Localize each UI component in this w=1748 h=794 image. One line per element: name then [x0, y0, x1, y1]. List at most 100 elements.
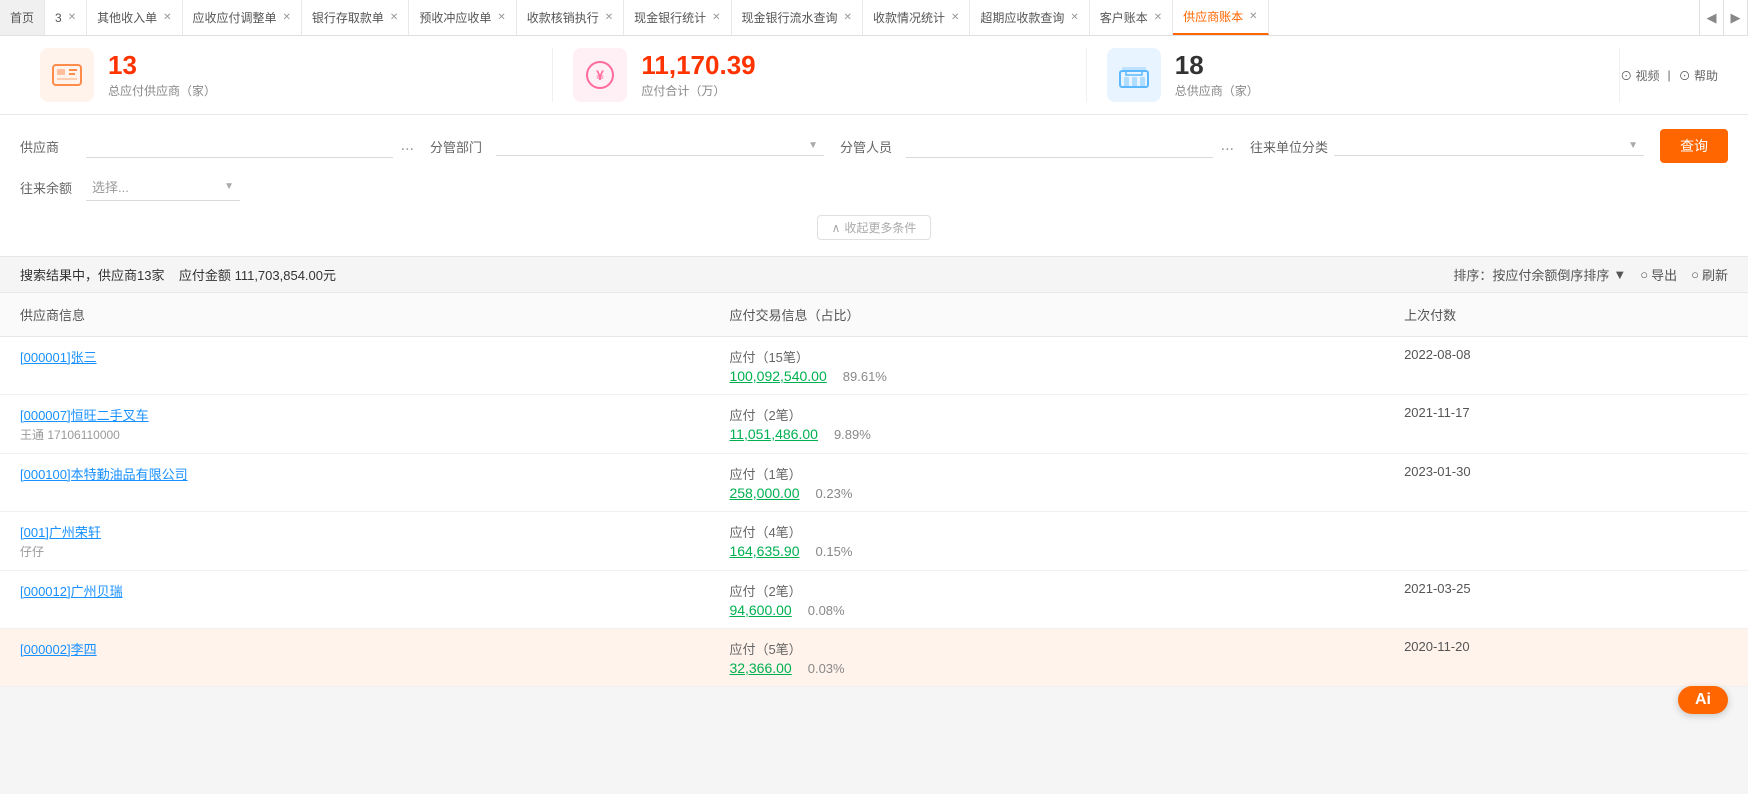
stat-total-suppliers-text: 18 总供应商（家）	[1175, 51, 1259, 99]
close-icon[interactable]: ✕	[1070, 12, 1078, 23]
supplier-info-cell: [001]广州荣轩仔仔	[0, 512, 709, 571]
nav-tab-bank-deposit[interactable]: 银行存取款单 ✕	[302, 0, 409, 35]
tx-amount[interactable]: 258,000.00	[729, 485, 799, 501]
tx-info-cell: 应付（5笔）32,366.000.03%	[709, 629, 1384, 687]
sort-select[interactable]: 排序：按应付余额倒序排序 ▼	[1453, 265, 1626, 284]
nav-tab-payment-stat[interactable]: 收款情况统计 ✕	[863, 0, 970, 35]
nav-arrows: ◀ ▶	[1699, 0, 1748, 36]
person-dots-button[interactable]: ...	[1221, 137, 1234, 155]
nav-tab-cash-bank-stat[interactable]: 现金银行统计 ✕	[624, 0, 731, 35]
nav-tab-prepay[interactable]: 预收冲应收单 ✕	[409, 0, 516, 35]
nav-tab-cash-flow[interactable]: 现金银行流水查询 ✕	[732, 0, 863, 35]
tx-row: 11,051,486.00 9.89%	[729, 424, 1364, 442]
supplier-info-cell: [000002]李四	[0, 629, 709, 687]
filter-row-1: 供应商 ... 分管部门 ▼ 分管人员 ... 往来单位分类 ▼ 查询	[20, 129, 1728, 163]
tx-amount[interactable]: 11,051,486.00	[729, 426, 818, 442]
tx-percent: 0.15%	[816, 544, 853, 559]
tx-row: 94,600.000.08%	[729, 600, 1364, 618]
collapse-row: ∧ 收起更多条件	[20, 211, 1728, 248]
close-icon[interactable]: ✕	[951, 12, 959, 23]
dept-filter-label: 分管部门	[430, 137, 490, 156]
tx-amount[interactable]: 32,366.00	[729, 660, 791, 676]
supplier-link[interactable]: [000007]恒旺二手叉车	[20, 408, 149, 423]
tx-amount[interactable]: 164,635.90	[729, 543, 799, 559]
stat-total-suppliers: 18 总供应商（家）	[1087, 48, 1620, 102]
help-link[interactable]: ⊙ 帮助	[1679, 67, 1718, 84]
nav-tab-collection[interactable]: 收款核销执行 ✕	[517, 0, 624, 35]
close-icon[interactable]: ✕	[163, 12, 171, 23]
total-suppliers-icon	[1107, 48, 1161, 102]
video-link[interactable]: ⊙ 视频	[1620, 67, 1659, 84]
last-payment-date: 2020-11-20	[1404, 639, 1470, 654]
tx-percent: 9.89%	[834, 427, 871, 442]
nav-tab-home[interactable]: 首页	[0, 0, 45, 35]
payable-suppliers-icon	[40, 48, 94, 102]
nav-tab-other-income[interactable]: 其他收入单 ✕	[87, 0, 182, 35]
stat-payable-total: ¥ 11,170.39 应付合计（万）	[553, 48, 1086, 102]
nav-tab-customer-ledger[interactable]: 客户账本 ✕	[1090, 0, 1173, 35]
close-icon[interactable]: ✕	[1154, 12, 1162, 23]
export-icon: ○	[1640, 267, 1648, 282]
result-actions: 排序：按应付余额倒序排序 ▼ ○ 导出 ○ 刷新	[1453, 265, 1728, 284]
close-icon[interactable]: ✕	[497, 12, 505, 23]
close-icon[interactable]: ✕	[1249, 11, 1257, 22]
tx-label: 应付（5笔）	[729, 639, 1364, 658]
total-suppliers-label: 总供应商（家）	[1175, 82, 1259, 99]
supplier-info-cell: [000100]本特勤油品有限公司	[0, 454, 709, 512]
close-icon[interactable]: ✕	[844, 12, 852, 23]
category-select[interactable]: ▼	[1334, 136, 1644, 156]
supplier-link[interactable]: [000100]本特勤油品有限公司	[20, 467, 188, 482]
close-icon[interactable]: ✕	[68, 12, 76, 23]
sort-label: 排序：按应付余额倒序排序	[1453, 265, 1609, 284]
balance-select[interactable]: 选择... ▼	[86, 173, 240, 201]
tx-label: 应付（2笔）	[729, 405, 1364, 424]
close-icon[interactable]: ✕	[390, 12, 398, 23]
collapse-btn-label: 收起更多条件	[844, 219, 916, 236]
nav-tab-payment-stat-label: 收款情况统计	[873, 9, 945, 26]
supplier-link[interactable]: [000001]张三	[20, 350, 97, 365]
last-payment-cell: 2021-11-17	[1384, 395, 1748, 454]
collapse-button[interactable]: ∧ 收起更多条件	[817, 215, 932, 240]
close-icon[interactable]: ✕	[283, 12, 291, 23]
supplier-link[interactable]: [000012]广州贝瑞	[20, 584, 123, 599]
nav-prev-button[interactable]: ◀	[1700, 0, 1724, 36]
total-suppliers-number: 18	[1175, 51, 1259, 80]
nav-tab-cash-bank-stat-label: 现金银行统计	[634, 9, 706, 26]
supplier-link[interactable]: [001]广州荣轩	[20, 525, 101, 540]
nav-next-button[interactable]: ▶	[1724, 0, 1748, 36]
result-info: 搜索结果中，供应商13家 应付金额 111,703,854.00元	[20, 265, 336, 284]
dept-select[interactable]: ▼	[496, 136, 824, 156]
stat-payable-total-text: 11,170.39 应付合计（万）	[641, 51, 755, 99]
col-header-last-payment: 上次付数	[1384, 293, 1748, 337]
stat-payable-suppliers: 13 总应付供应商（家）	[20, 48, 553, 102]
last-payment-cell	[1384, 512, 1748, 571]
balance-filter-label: 往来余额	[20, 178, 80, 197]
refresh-button[interactable]: ○ 刷新	[1691, 265, 1728, 284]
tx-percent: 0.23%	[816, 486, 853, 501]
top-navigation: 首页 3 ✕ 其他收入单 ✕ 应收应付调整单 ✕ 银行存取款单 ✕ 预收冲应收单…	[0, 0, 1748, 36]
person-input[interactable]	[906, 134, 1213, 158]
nav-tab-3[interactable]: 3 ✕	[45, 0, 87, 35]
close-icon[interactable]: ✕	[712, 12, 720, 23]
nav-tab-ar-ap-adjust-label: 应收应付调整单	[193, 9, 277, 26]
search-button[interactable]: 查询	[1660, 129, 1728, 163]
tx-amount[interactable]: 100,092,540.00	[729, 368, 826, 384]
export-button[interactable]: ○ 导出	[1640, 265, 1677, 284]
tx-percent: 89.61%	[843, 369, 887, 384]
supplier-link[interactable]: [000002]李四	[20, 642, 97, 657]
supplier-dots-button[interactable]: ...	[401, 137, 414, 155]
supplier-input[interactable]	[86, 134, 393, 158]
tx-amount[interactable]: 94,600.00	[729, 602, 791, 618]
close-icon[interactable]: ✕	[605, 12, 613, 23]
nav-tab-ar-ap-adjust[interactable]: 应收应付调整单 ✕	[183, 0, 302, 35]
table-row: [000100]本特勤油品有限公司应付（1笔）258,000.000.23%20…	[0, 454, 1748, 512]
last-payment-date: 2023-01-30	[1404, 464, 1471, 479]
supplier-table: 供应商信息 应付交易信息（占比） 上次付数 [000001]张三应付（15笔）1…	[0, 293, 1748, 687]
nav-tab-supplier-ledger[interactable]: 供应商账本 ✕	[1173, 0, 1268, 35]
nav-tab-overdue[interactable]: 超期应收款查询 ✕	[970, 0, 1089, 35]
export-label: 导出	[1651, 265, 1677, 284]
nav-tab-collection-label: 收款核销执行	[527, 9, 599, 26]
last-payment-date: 2021-03-25	[1404, 581, 1471, 596]
ai-button[interactable]: Ai	[1678, 686, 1728, 714]
table-row: [001]广州荣轩仔仔应付（4笔）164,635.900.15%	[0, 512, 1748, 571]
